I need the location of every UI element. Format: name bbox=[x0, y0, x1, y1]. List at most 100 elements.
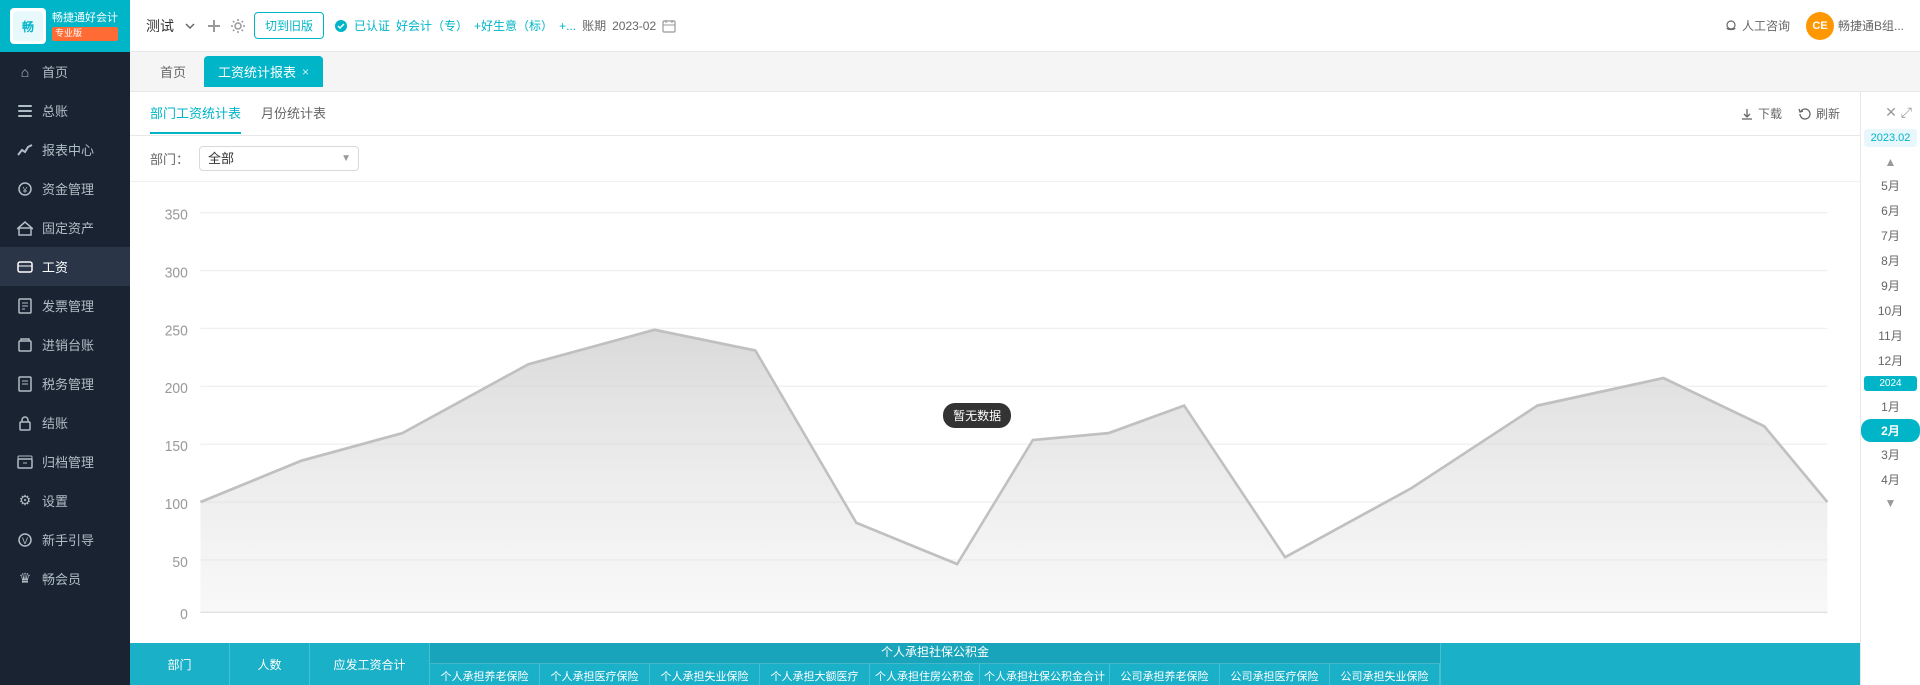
newguide-icon: V bbox=[16, 531, 34, 549]
year-label[interactable]: 2023.02 bbox=[1864, 129, 1917, 147]
sidebar-item-sales[interactable]: 进销台账 bbox=[0, 325, 130, 364]
logo-icon: 畅 bbox=[10, 8, 46, 44]
col-personal-pension: 个人承担养老保险 bbox=[430, 664, 540, 685]
sales-icon bbox=[16, 336, 34, 354]
topbar: 测试 切到旧版 已认证 好会计（专） +好生意（标） bbox=[130, 0, 1920, 52]
col-company-medical: 公司承担医疗保险 bbox=[1220, 664, 1330, 685]
svg-text:100: 100 bbox=[165, 496, 188, 513]
vip-icon: ♛ bbox=[16, 570, 34, 588]
col-count: 人数 bbox=[230, 643, 310, 685]
month-aug[interactable]: 8月 bbox=[1861, 248, 1920, 273]
logo-text: 畅捷通好会计 专业版 bbox=[52, 11, 118, 41]
sidebar-item-closing[interactable]: 结账 bbox=[0, 403, 130, 442]
month-dec[interactable]: 12月 bbox=[1861, 348, 1920, 373]
panel-close-area: ✕ ⤢ bbox=[1861, 100, 1920, 125]
table-footer: 部门 人数 应发工资合计 个人承担社保公积金 个人承担养老保险 个人承担医疗保险 bbox=[130, 643, 1860, 685]
svg-text:¥: ¥ bbox=[22, 186, 28, 195]
month-may[interactable]: 5月 bbox=[1861, 173, 1920, 198]
add-icon[interactable] bbox=[206, 18, 222, 34]
sidebar-label-home: 首页 bbox=[42, 62, 68, 81]
content-area: 部门工资统计表 月份统计表 下载 bbox=[130, 92, 1920, 685]
chart-area: 350 300 250 200 150 100 50 0 bbox=[130, 182, 1860, 643]
sidebar-label-funds: 资金管理 bbox=[42, 179, 94, 198]
tax-icon bbox=[16, 375, 34, 393]
sidebar-label-vip: 畅会员 bbox=[42, 569, 81, 588]
subtab-month[interactable]: 月份统计表 bbox=[261, 93, 326, 134]
subtab-dept[interactable]: 部门工资统计表 bbox=[150, 93, 241, 134]
panel-expand-button[interactable]: ⤢ bbox=[1901, 104, 1912, 121]
next-year-button[interactable]: ▼ bbox=[1861, 492, 1920, 514]
settings-icon: ⚙ bbox=[16, 492, 34, 510]
ledger-icon bbox=[16, 102, 34, 120]
sidebar-item-vip[interactable]: ♛ 畅会员 bbox=[0, 559, 130, 598]
sidebar-item-tax[interactable]: 税务管理 bbox=[0, 364, 130, 403]
sidebar-label-closing: 结账 bbox=[42, 413, 68, 432]
month-jul[interactable]: 7月 bbox=[1861, 223, 1920, 248]
svg-text:50: 50 bbox=[172, 554, 187, 571]
gear-icon[interactable] bbox=[230, 18, 246, 34]
sidebar-label-archive: 归档管理 bbox=[42, 452, 94, 471]
sidebar-item-ledger[interactable]: 总账 bbox=[0, 91, 130, 130]
svg-text:畅: 畅 bbox=[22, 19, 34, 34]
sidebar-item-funds[interactable]: ¥ 资金管理 bbox=[0, 169, 130, 208]
status-certified: 已认证 bbox=[354, 17, 390, 34]
dept-select-wrapper: 全部 销售部 技术部 财务部 行政部 ▼ bbox=[199, 146, 359, 171]
col-personal-medical: 个人承担医疗保险 bbox=[540, 664, 650, 685]
month-jun[interactable]: 6月 bbox=[1861, 198, 1920, 223]
svg-text:150: 150 bbox=[165, 439, 188, 456]
prev-year-button[interactable]: ▲ bbox=[1861, 151, 1920, 173]
month-jan-2024[interactable]: 1月 bbox=[1861, 394, 1920, 419]
archive-icon bbox=[16, 453, 34, 471]
sidebar-item-settings[interactable]: ⚙ 设置 bbox=[0, 481, 130, 520]
avatar: CE bbox=[1806, 12, 1834, 40]
sidebar-item-assets[interactable]: 固定资产 bbox=[0, 208, 130, 247]
svg-text:200: 200 bbox=[165, 381, 188, 398]
month-feb-2024[interactable]: 2月 bbox=[1861, 419, 1920, 442]
human-service-button[interactable]: 人工咨询 bbox=[1724, 17, 1790, 34]
month-sep[interactable]: 9月 bbox=[1861, 273, 1920, 298]
sidebar-label-salary: 工资 bbox=[42, 257, 68, 276]
topbar-actions: 切到旧版 bbox=[206, 12, 324, 39]
col-company-unemployment: 公司承担失业保险 bbox=[1330, 664, 1440, 685]
col-personal-subtotal: 个人承担社保公积金合计 bbox=[980, 664, 1110, 685]
topbar-status: 已认证 好会计（专） +好生意（标） +... 账期 2023-02 bbox=[334, 17, 676, 34]
month-apr-2024[interactable]: 4月 bbox=[1861, 467, 1920, 492]
col-personal-unemployment: 个人承担失业保险 bbox=[650, 664, 760, 685]
sidebar-label-newguide: 新手引导 bbox=[42, 530, 94, 549]
sidebar-item-newguide[interactable]: V 新手引导 bbox=[0, 520, 130, 559]
status-biz: +好生意（标） bbox=[474, 17, 553, 34]
tab-home[interactable]: 首页 bbox=[146, 56, 200, 87]
svg-text:0: 0 bbox=[180, 607, 188, 624]
calendar-icon[interactable] bbox=[662, 19, 676, 33]
sidebar-label-tax: 税务管理 bbox=[42, 374, 94, 393]
sidebar-item-home[interactable]: ⌂ 首页 bbox=[0, 52, 130, 91]
sidebar: 畅 畅捷通好会计 专业版 ⌂ 首页 总账 bbox=[0, 0, 130, 685]
sidebar-menu: ⌂ 首页 总账 报表中心 bbox=[0, 52, 130, 685]
main-area: 测试 切到旧版 已认证 好会计（专） +好生意（标） bbox=[130, 0, 1920, 685]
switch-version-button[interactable]: 切到旧版 bbox=[254, 12, 324, 39]
download-button[interactable]: 下载 bbox=[1740, 105, 1782, 122]
refresh-button[interactable]: 刷新 bbox=[1798, 105, 1840, 122]
tab-close-button[interactable]: × bbox=[302, 65, 309, 79]
dept-select[interactable]: 全部 销售部 技术部 财务部 行政部 bbox=[199, 146, 359, 171]
month-mar-2024[interactable]: 3月 bbox=[1861, 442, 1920, 467]
month-nov[interactable]: 11月 bbox=[1861, 323, 1920, 348]
sidebar-item-invoice[interactable]: 发票管理 bbox=[0, 286, 130, 325]
sidebar-label-ledger: 总账 bbox=[42, 101, 68, 120]
period-value: 2023-02 bbox=[612, 19, 656, 33]
topbar-right: 人工咨询 CE 畅捷通B组... bbox=[1724, 12, 1904, 40]
assets-icon bbox=[16, 219, 34, 237]
sidebar-item-archive[interactable]: 归档管理 bbox=[0, 442, 130, 481]
tab-salary-report[interactable]: 工资统计报表 × bbox=[204, 56, 323, 87]
sidebar-item-salary[interactable]: 工资 bbox=[0, 247, 130, 286]
sidebar-item-reports[interactable]: 报表中心 bbox=[0, 130, 130, 169]
page-title: 测试 bbox=[146, 16, 174, 36]
month-oct[interactable]: 10月 bbox=[1861, 298, 1920, 323]
username-label: 畅捷通B组... bbox=[1838, 17, 1904, 34]
col-personal-major-medical: 个人承担大额医疗 bbox=[760, 664, 870, 685]
period-label: 账期 bbox=[582, 17, 606, 34]
svg-text:250: 250 bbox=[165, 323, 188, 340]
title-dropdown[interactable] bbox=[184, 20, 196, 32]
user-avatar-area[interactable]: CE 畅捷通B组... bbox=[1806, 12, 1904, 40]
panel-close-button[interactable]: ✕ bbox=[1885, 104, 1897, 121]
